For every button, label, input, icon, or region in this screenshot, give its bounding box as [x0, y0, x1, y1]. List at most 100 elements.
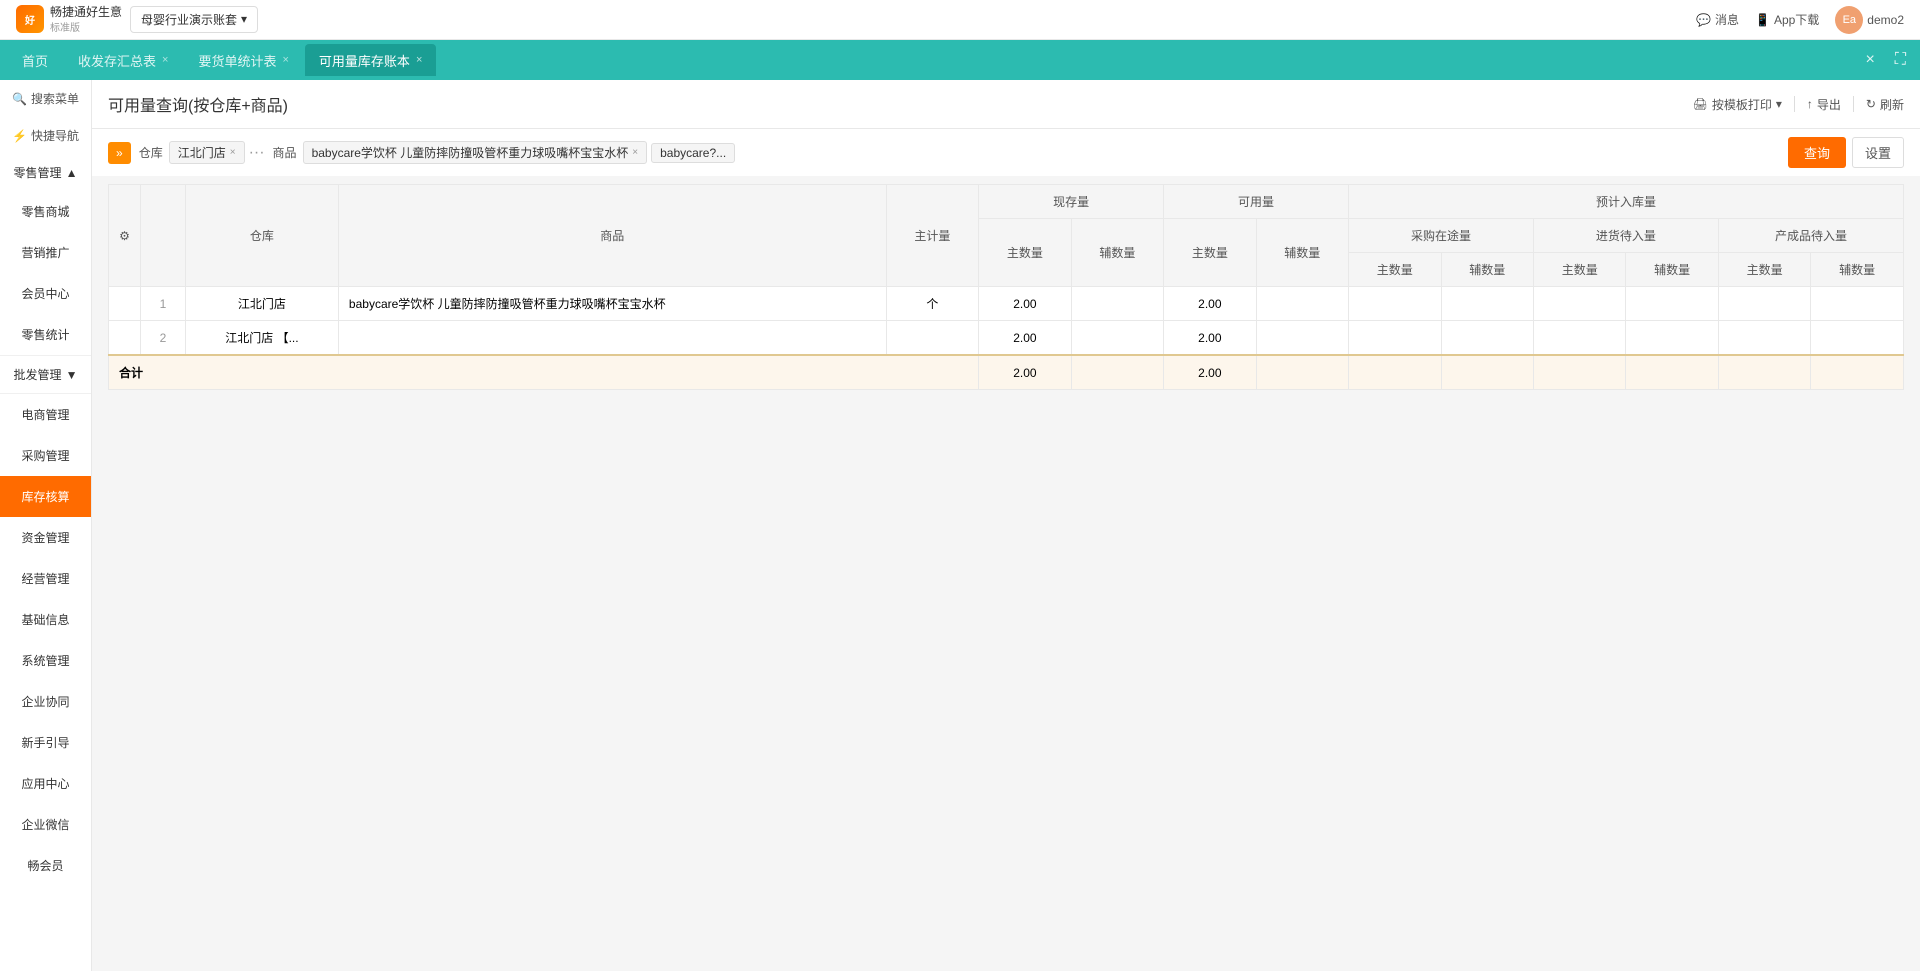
sidebar-item-basic-info[interactable]: 基础信息: [0, 599, 91, 640]
fullscreen-btn[interactable]: ⛶: [1889, 49, 1912, 71]
industry-select[interactable]: 母婴行业演示账套 ▾: [130, 6, 258, 33]
cell-avail-aux: [1256, 321, 1348, 356]
sidebar-item-marketing[interactable]: 营销推广: [0, 232, 91, 273]
th-main-unit: 主计量: [886, 185, 978, 287]
user-profile[interactable]: Ea demo2: [1835, 6, 1904, 34]
sidebar-item-new-guide[interactable]: 新手引导: [0, 722, 91, 763]
cell-avail-main: 2.00: [1164, 287, 1256, 321]
th-product: 商品: [338, 185, 886, 287]
purchase-label: 采购管理: [21, 447, 69, 464]
template-print-label: 按模板打印: [1712, 96, 1772, 113]
logo-text: 畅捷通好生意: [50, 5, 122, 19]
sidebar-quick-nav[interactable]: ⚡ 快捷导航: [0, 117, 91, 154]
sidebar-item-enterprise-wechat[interactable]: 企业微信: [0, 804, 91, 845]
tab-available-inventory[interactable]: 可用量库存账本 ×: [305, 44, 436, 76]
tab-available-inventory-close[interactable]: ×: [416, 54, 422, 66]
cell-product: babycare学饮杯 儿童防摔防撞吸管杯重力球吸嘴杯宝宝水杯: [338, 287, 886, 321]
table-container: ⚙ 仓库 商品 主计量 现存量 可用量 预计入库量 主数量 辅数量 主数量 辅数…: [92, 176, 1920, 971]
sidebar-item-finance[interactable]: 资金管理: [0, 517, 91, 558]
cell-gear: [109, 287, 141, 321]
sidebar-item-vip-member[interactable]: 畅会员: [0, 845, 91, 886]
top-bar-right: 💬 消息 📱 App下载 Ea demo2: [1696, 6, 1904, 34]
table-row: 2 江北门店 【... 2.00 2.00: [109, 321, 1904, 356]
warehouse-more-btn[interactable]: ···: [249, 144, 265, 162]
industry-label: 母婴行业演示账套: [141, 11, 237, 28]
sidebar-section-retail: 零售管理 ▲ 零售商城 营销推广 会员中心 零售统计: [0, 154, 91, 356]
th-product-aux: 辅数量: [1811, 253, 1904, 287]
export-label: 导出: [1817, 96, 1841, 113]
enterprise-collab-label: 企业协同: [21, 693, 69, 710]
cell-avail-aux: [1256, 287, 1348, 321]
enterprise-wechat-label: 企业微信: [21, 816, 69, 833]
refresh-btn[interactable]: ↻ 刷新: [1866, 96, 1904, 113]
product-tag-close[interactable]: ×: [632, 147, 638, 158]
sidebar-item-ecommerce[interactable]: 电商管理: [0, 394, 91, 435]
tab-home[interactable]: 首页: [8, 44, 62, 76]
avatar-text: Ea: [1843, 14, 1856, 26]
warehouse-tag-close[interactable]: ×: [230, 147, 236, 158]
th-row-num: [141, 185, 186, 287]
sidebar-item-enterprise-collab[interactable]: 企业协同: [0, 681, 91, 722]
inventory-table: ⚙ 仓库 商品 主计量 现存量 可用量 预计入库量 主数量 辅数量 主数量 辅数…: [108, 184, 1904, 390]
product-tag-babycare: babycare学饮杯 儿童防摔防撞吸管杯重力球吸嘴杯宝宝水杯 ×: [303, 141, 648, 164]
sidebar: 🔍 搜索菜单 ⚡ 快捷导航 零售管理 ▲ 零售商城 营销推广 会员中心 零售统计: [0, 80, 92, 971]
query-btn[interactable]: 查询: [1788, 137, 1846, 168]
template-print-btn[interactable]: 🖨 按模板打印 ▾: [1693, 96, 1782, 113]
sidebar-item-operations[interactable]: 经营管理: [0, 558, 91, 599]
total-stock-aux: [1071, 355, 1163, 390]
tab-bar: 首页 收发存汇总表 × 要货单统计表 × 可用量库存账本 × × ⛶: [0, 40, 1920, 80]
settings-btn[interactable]: 设置: [1852, 137, 1904, 168]
sidebar-item-retail-mall[interactable]: 零售商城: [0, 191, 91, 232]
cell-main-unit: 个: [886, 287, 978, 321]
total-procurement-aux: [1441, 355, 1533, 390]
chevron-down-icon: ▾: [241, 12, 247, 26]
tab-receive-send-close[interactable]: ×: [162, 54, 168, 66]
sidebar-item-app-center[interactable]: 应用中心: [0, 763, 91, 804]
total-stock-main: 2.00: [979, 355, 1071, 390]
refresh-label: 刷新: [1880, 96, 1904, 113]
tab-receive-send-label: 收发存汇总表: [78, 51, 156, 70]
search-menu-label: 搜索菜单: [31, 90, 79, 107]
product-filter-label: 商品: [273, 144, 297, 161]
app-download-label: App下载: [1774, 11, 1819, 28]
cell-stock-aux: [1071, 321, 1163, 356]
cell-row-num: 1: [141, 287, 186, 321]
th-warehouse: 仓库: [185, 185, 338, 287]
tab-receive-send[interactable]: 收发存汇总表 ×: [64, 44, 182, 76]
sidebar-item-retail-stats[interactable]: 零售统计: [0, 314, 91, 355]
sidebar-item-purchase[interactable]: 采购管理: [0, 435, 91, 476]
message-btn[interactable]: 💬 消息: [1696, 11, 1739, 28]
th-procurement-aux: 辅数量: [1441, 253, 1533, 287]
product-tags: babycare学饮杯 儿童防摔防撞吸管杯重力球吸嘴杯宝宝水杯 × babyca…: [303, 141, 736, 164]
filter-toggle-btn[interactable]: »: [108, 142, 131, 164]
tab-order-stats-label: 要货单统计表: [198, 51, 276, 70]
total-label: 合计: [109, 355, 979, 390]
warehouse-tags: 江北门店 × ···: [169, 141, 265, 164]
sidebar-section-wholesale: 批发管理 ▼: [0, 356, 91, 394]
th-available: 可用量: [1164, 185, 1349, 219]
cell-stock-main: 2.00: [979, 321, 1071, 356]
sidebar-search-menu[interactable]: 🔍 搜索菜单: [0, 80, 91, 117]
page-title: 可用量查询(按仓库+商品): [108, 92, 288, 116]
product-tag-text2: babycare?...: [660, 146, 726, 160]
top-bar-left: 好 畅捷通好生意 标准版 母婴行业演示账套 ▾: [16, 5, 258, 34]
tab-order-stats[interactable]: 要货单统计表 ×: [184, 44, 302, 76]
th-gear: ⚙: [109, 185, 141, 287]
ecommerce-label: 电商管理: [21, 406, 69, 423]
message-icon: 💬: [1696, 13, 1711, 27]
cell-purchase-aux: [1626, 321, 1718, 356]
close-all-tabs-btn[interactable]: ×: [1859, 49, 1880, 71]
sidebar-item-member-center[interactable]: 会员中心: [0, 273, 91, 314]
sidebar-group-retail[interactable]: 零售管理 ▲: [0, 154, 91, 191]
cell-main-unit: [886, 321, 978, 356]
tab-order-stats-close[interactable]: ×: [282, 54, 288, 66]
sidebar-item-inventory-check[interactable]: 库存核算: [0, 476, 91, 517]
app-download-btn[interactable]: 📱 App下载: [1755, 11, 1819, 28]
sidebar-item-system[interactable]: 系统管理: [0, 640, 91, 681]
th-avail-main: 主数量: [1164, 219, 1256, 287]
sidebar-group-wholesale[interactable]: 批发管理 ▼: [0, 356, 91, 393]
export-btn[interactable]: ↑ 导出: [1807, 96, 1841, 113]
total-avail-aux: [1256, 355, 1348, 390]
wholesale-arrow-icon: ▼: [66, 368, 78, 382]
total-procurement-main: [1349, 355, 1441, 390]
